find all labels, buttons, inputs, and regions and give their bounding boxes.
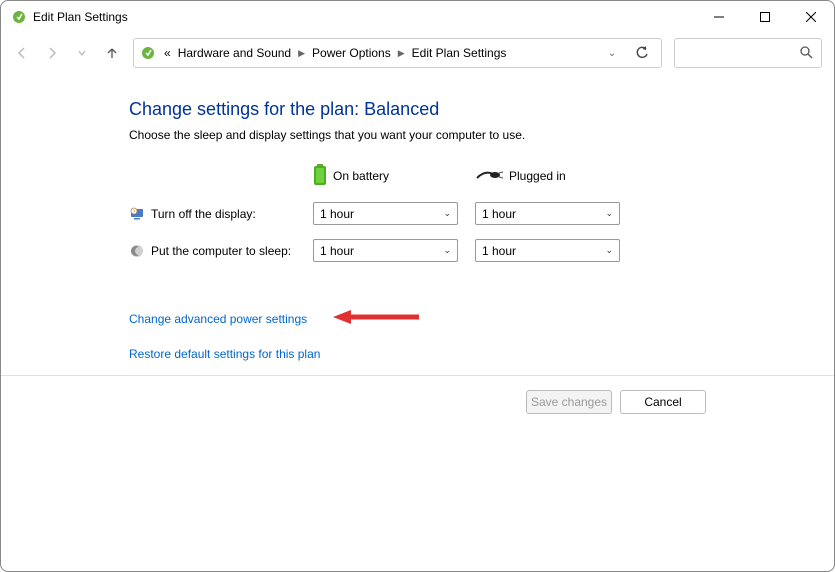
page-content: Change settings for the plan: Balanced C…: [1, 73, 834, 361]
monitor-clock-icon: [129, 206, 145, 222]
annotation-arrow-icon: [333, 308, 419, 329]
address-history-dropdown[interactable]: ⌄: [603, 48, 621, 59]
breadcrumb: « Hardware and Sound ▶ Power Options ▶ E…: [162, 46, 597, 60]
dialog-footer: Save changes Cancel: [1, 375, 834, 571]
search-icon: [799, 45, 813, 62]
sleep-plugged-select[interactable]: 1 hour ⌄: [475, 239, 620, 262]
page-title: Change settings for the plan: Balanced: [129, 99, 834, 120]
forward-button[interactable]: [43, 44, 61, 62]
select-value: 1 hour: [482, 207, 516, 221]
breadcrumb-item[interactable]: Edit Plan Settings: [410, 46, 509, 60]
refresh-button[interactable]: [627, 39, 657, 67]
chevron-down-icon: ⌄: [605, 208, 613, 219]
select-value: 1 hour: [320, 207, 354, 221]
column-header-plugged: Plugged in: [475, 164, 645, 188]
minimize-button[interactable]: [696, 1, 742, 33]
power-plan-icon: [11, 9, 27, 25]
window-title: Edit Plan Settings: [33, 10, 128, 24]
chevron-right-icon: ▶: [396, 48, 407, 59]
cancel-button[interactable]: Cancel: [620, 390, 706, 414]
chevron-right-icon: ▶: [296, 48, 307, 59]
moon-icon: [129, 243, 145, 259]
chevron-down-icon: ⌄: [443, 208, 451, 219]
address-bar[interactable]: « Hardware and Sound ▶ Power Options ▶ E…: [133, 38, 662, 68]
breadcrumb-prefix[interactable]: «: [162, 46, 173, 60]
advanced-power-settings-link[interactable]: Change advanced power settings: [129, 312, 307, 326]
column-header-label: On battery: [333, 169, 389, 183]
maximize-button[interactable]: [742, 1, 788, 33]
column-header-label: Plugged in: [509, 169, 566, 183]
select-value: 1 hour: [320, 244, 354, 258]
row-label-display: Turn off the display:: [129, 206, 313, 222]
chevron-down-icon: ⌄: [443, 245, 451, 256]
recent-dropdown[interactable]: [73, 44, 91, 62]
row-label-text: Turn off the display:: [151, 207, 256, 221]
row-label-text: Put the computer to sleep:: [151, 244, 291, 258]
row-label-sleep: Put the computer to sleep:: [129, 243, 313, 259]
display-battery-select[interactable]: 1 hour ⌄: [313, 202, 458, 225]
breadcrumb-item[interactable]: Power Options: [310, 46, 393, 60]
power-plan-icon: [140, 45, 156, 61]
column-header-battery: On battery: [313, 164, 475, 188]
select-value: 1 hour: [482, 244, 516, 258]
page-subtitle: Choose the sleep and display settings th…: [129, 128, 834, 142]
back-button[interactable]: [13, 44, 31, 62]
close-button[interactable]: [788, 1, 834, 33]
window-titlebar: Edit Plan Settings: [1, 1, 834, 33]
navigation-toolbar: « Hardware and Sound ▶ Power Options ▶ E…: [1, 33, 834, 73]
restore-defaults-link[interactable]: Restore default settings for this plan: [129, 347, 320, 361]
button-label: Cancel: [644, 395, 681, 409]
battery-icon: [313, 164, 327, 189]
save-changes-button[interactable]: Save changes: [526, 390, 612, 414]
button-label: Save changes: [531, 395, 607, 409]
display-plugged-select[interactable]: 1 hour ⌄: [475, 202, 620, 225]
search-input[interactable]: [674, 38, 822, 68]
sleep-battery-select[interactable]: 1 hour ⌄: [313, 239, 458, 262]
up-button[interactable]: [103, 44, 121, 62]
plug-icon: [475, 168, 503, 185]
breadcrumb-item[interactable]: Hardware and Sound: [176, 46, 293, 60]
chevron-down-icon: ⌄: [605, 245, 613, 256]
